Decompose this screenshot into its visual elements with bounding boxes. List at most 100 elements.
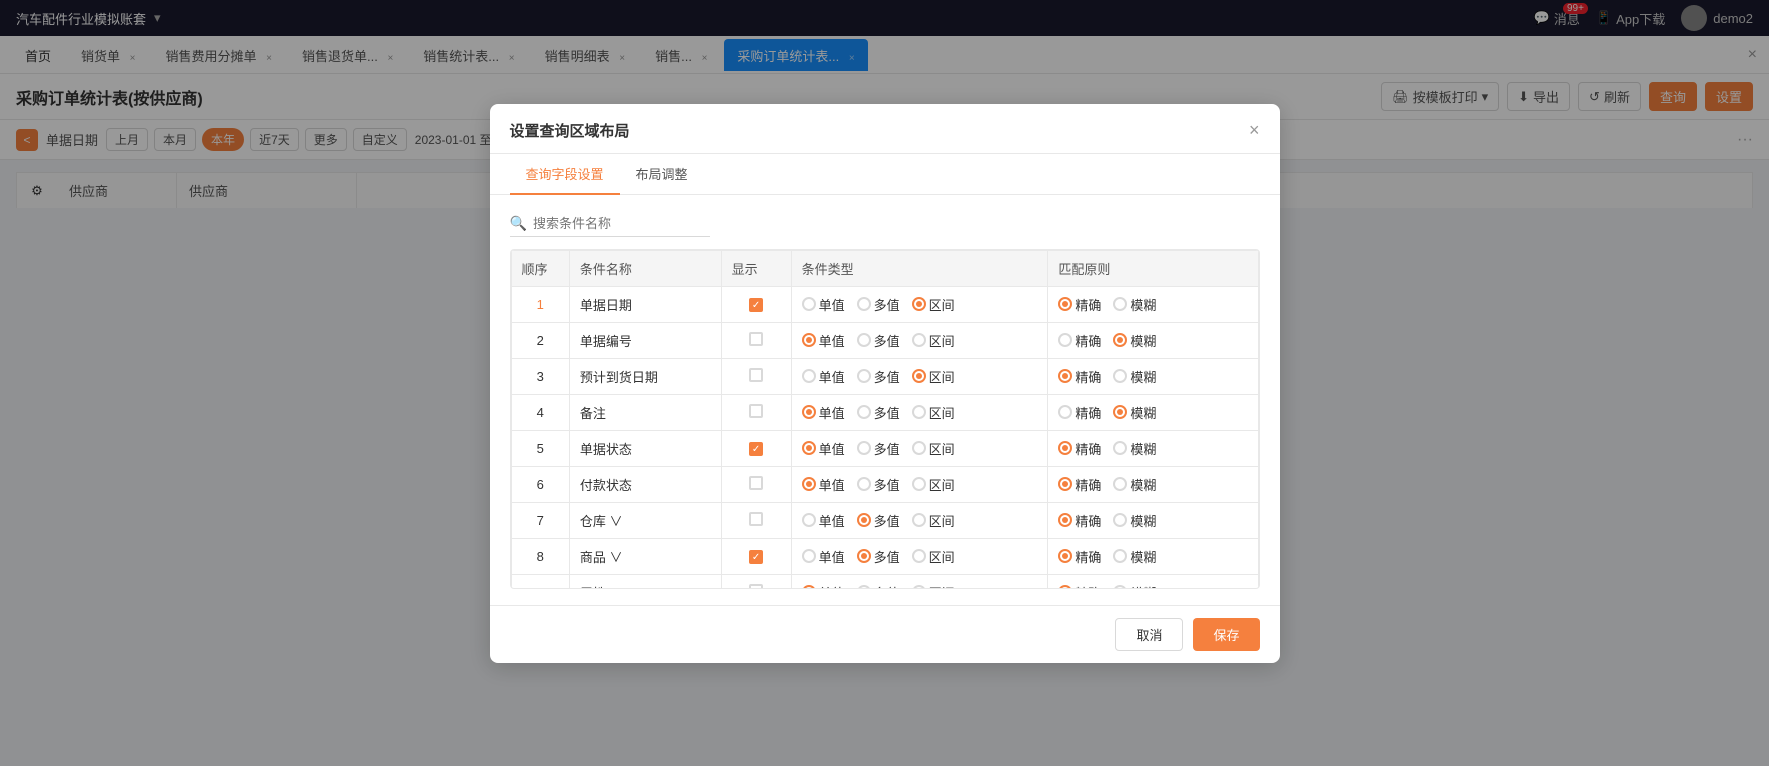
radio-type-0[interactable]: 单值 bbox=[802, 439, 845, 458]
cell-match[interactable]: 精确 模糊 bbox=[1048, 574, 1258, 589]
cell-match[interactable]: 精确模糊 bbox=[1048, 394, 1258, 430]
cell-type[interactable]: 单值多值区间 bbox=[791, 502, 1048, 538]
radio-match-0[interactable]: 精确 bbox=[1058, 403, 1101, 422]
radio-circle-type-2 bbox=[912, 369, 926, 383]
radio-type-2[interactable]: 区间 bbox=[912, 439, 955, 458]
modal-close-btn[interactable]: × bbox=[1249, 121, 1260, 139]
radio-type-0[interactable]: 单值 bbox=[802, 475, 845, 494]
cell-display[interactable] bbox=[721, 502, 791, 538]
radio-circle-match-0 bbox=[1058, 333, 1072, 347]
cell-display[interactable] bbox=[721, 286, 791, 322]
cell-match[interactable]: 精确模糊 bbox=[1048, 322, 1258, 358]
radio-type-1[interactable]: 多值 bbox=[857, 511, 900, 530]
cell-type[interactable]: 单值多值区间 bbox=[791, 430, 1048, 466]
save-btn[interactable]: 保存 bbox=[1193, 618, 1259, 651]
cell-display[interactable] bbox=[721, 358, 791, 394]
table-scroll[interactable]: 顺序 条件名称 显示 条件类型 匹配原则 1单据日期单值多值区间精确模糊2单据编… bbox=[510, 249, 1260, 589]
checkbox-display[interactable] bbox=[749, 368, 763, 382]
radio-match-1[interactable]: 模糊 bbox=[1113, 511, 1156, 530]
cell-type[interactable]: 单值多值区间 bbox=[791, 394, 1048, 430]
radio-type-1[interactable]: 多值 bbox=[857, 331, 900, 350]
radio-match-1[interactable]: 模糊 bbox=[1113, 547, 1156, 566]
cell-name: 单据状态 bbox=[569, 430, 721, 466]
cell-match[interactable]: 精确模糊 bbox=[1048, 502, 1258, 538]
radio-circle-type-2 bbox=[912, 549, 926, 563]
radio-type-2[interactable]: 区间 bbox=[912, 295, 955, 314]
radio-type-0[interactable]: 单值 bbox=[802, 403, 845, 422]
radio-match-0[interactable]: 精确 bbox=[1058, 331, 1101, 350]
radio-type-1[interactable]: 多值 bbox=[857, 367, 900, 386]
cell-display[interactable] bbox=[721, 538, 791, 574]
cell-type[interactable]: 单值多值区间 bbox=[791, 358, 1048, 394]
cell-display[interactable] bbox=[721, 466, 791, 502]
radio-circle-type-1 bbox=[857, 405, 871, 419]
radio-type-1[interactable]: 多值 bbox=[857, 547, 900, 566]
radio-match-0[interactable]: 精确 bbox=[1058, 547, 1101, 566]
cell-match[interactable]: 精确模糊 bbox=[1048, 286, 1258, 322]
cell-type[interactable]: 单值 多值 区间 bbox=[791, 574, 1048, 589]
radio-type-0[interactable]: 单值 bbox=[802, 295, 845, 314]
modal-footer: 取消 保存 bbox=[490, 605, 1280, 663]
radio-match-0[interactable]: 精确 bbox=[1058, 439, 1101, 458]
radio-type-1[interactable]: 多值 bbox=[857, 475, 900, 494]
radio-match-1[interactable]: 模糊 bbox=[1113, 295, 1156, 314]
radio-circle-match-1 bbox=[1113, 405, 1127, 419]
radio-type-0[interactable]: 单值 bbox=[802, 583, 845, 589]
radio-type-2[interactable]: 区间 bbox=[912, 547, 955, 566]
cell-display[interactable] bbox=[721, 322, 791, 358]
cell-match[interactable]: 精确模糊 bbox=[1048, 466, 1258, 502]
radio-type-1[interactable]: 多值 bbox=[857, 439, 900, 458]
cell-type[interactable]: 单值多值区间 bbox=[791, 466, 1048, 502]
radio-match-1[interactable]: 模糊 bbox=[1113, 475, 1156, 494]
modal-tabs: 查询字段设置 布局调整 bbox=[490, 154, 1280, 195]
radio-type-0[interactable]: 单值 bbox=[802, 547, 845, 566]
radio-type-2[interactable]: 区间 bbox=[912, 475, 955, 494]
radio-match-0[interactable]: 精确 bbox=[1058, 583, 1101, 589]
search-input[interactable] bbox=[533, 216, 693, 231]
checkbox-display[interactable] bbox=[749, 442, 763, 456]
radio-match-0[interactable]: 精确 bbox=[1058, 511, 1101, 530]
radio-match-1[interactable]: 模糊 bbox=[1113, 331, 1156, 350]
cell-type[interactable]: 单值多值区间 bbox=[791, 538, 1048, 574]
cell-type[interactable]: 单值多值区间 bbox=[791, 286, 1048, 322]
radio-match-0[interactable]: 精确 bbox=[1058, 475, 1101, 494]
modal-tab-query-fields[interactable]: 查询字段设置 bbox=[510, 154, 620, 195]
radio-type-0[interactable]: 单值 bbox=[802, 367, 845, 386]
checkbox-display[interactable] bbox=[749, 332, 763, 346]
radio-type-0[interactable]: 单值 bbox=[802, 331, 845, 350]
checkbox-display[interactable] bbox=[749, 404, 763, 418]
radio-match-1[interactable]: 模糊 bbox=[1113, 583, 1156, 589]
radio-type-2[interactable]: 区间 bbox=[912, 403, 955, 422]
cell-name: 仓库 ∨ bbox=[569, 502, 721, 538]
radio-type-2[interactable]: 区间 bbox=[912, 331, 955, 350]
cell-name: 商品 ∨ bbox=[569, 538, 721, 574]
radio-match-1[interactable]: 模糊 bbox=[1113, 367, 1156, 386]
radio-circle-type-2 bbox=[912, 333, 926, 347]
radio-type-1[interactable]: 多值 bbox=[857, 295, 900, 314]
checkbox-display[interactable] bbox=[749, 298, 763, 312]
cell-display[interactable] bbox=[721, 430, 791, 466]
radio-type-2[interactable]: 区间 bbox=[912, 511, 955, 530]
radio-type-1[interactable]: 多值 bbox=[857, 583, 900, 589]
checkbox-display[interactable] bbox=[749, 512, 763, 526]
radio-match-0[interactable]: 精确 bbox=[1058, 295, 1101, 314]
cell-display[interactable] bbox=[721, 394, 791, 430]
cell-type[interactable]: 单值多值区间 bbox=[791, 322, 1048, 358]
checkbox-display[interactable] bbox=[749, 550, 763, 564]
radio-match-1[interactable]: 模糊 bbox=[1113, 403, 1156, 422]
modal-tab-layout-adjust[interactable]: 布局调整 bbox=[620, 154, 704, 195]
radio-type-2[interactable]: 区间 bbox=[912, 367, 955, 386]
radio-type-2[interactable]: 区间 bbox=[912, 583, 955, 589]
radio-match-1[interactable]: 模糊 bbox=[1113, 439, 1156, 458]
cell-name: 付款状态 bbox=[569, 466, 721, 502]
radio-match-0[interactable]: 精确 bbox=[1058, 367, 1101, 386]
cell-match[interactable]: 精确模糊 bbox=[1048, 538, 1258, 574]
cancel-btn[interactable]: 取消 bbox=[1115, 618, 1183, 651]
radio-type-1[interactable]: 多值 bbox=[857, 403, 900, 422]
checkbox-display[interactable] bbox=[749, 584, 763, 589]
radio-type-0[interactable]: 单值 bbox=[802, 511, 845, 530]
cell-display[interactable] bbox=[721, 574, 791, 589]
cell-match[interactable]: 精确模糊 bbox=[1048, 430, 1258, 466]
cell-match[interactable]: 精确模糊 bbox=[1048, 358, 1258, 394]
checkbox-display[interactable] bbox=[749, 476, 763, 490]
